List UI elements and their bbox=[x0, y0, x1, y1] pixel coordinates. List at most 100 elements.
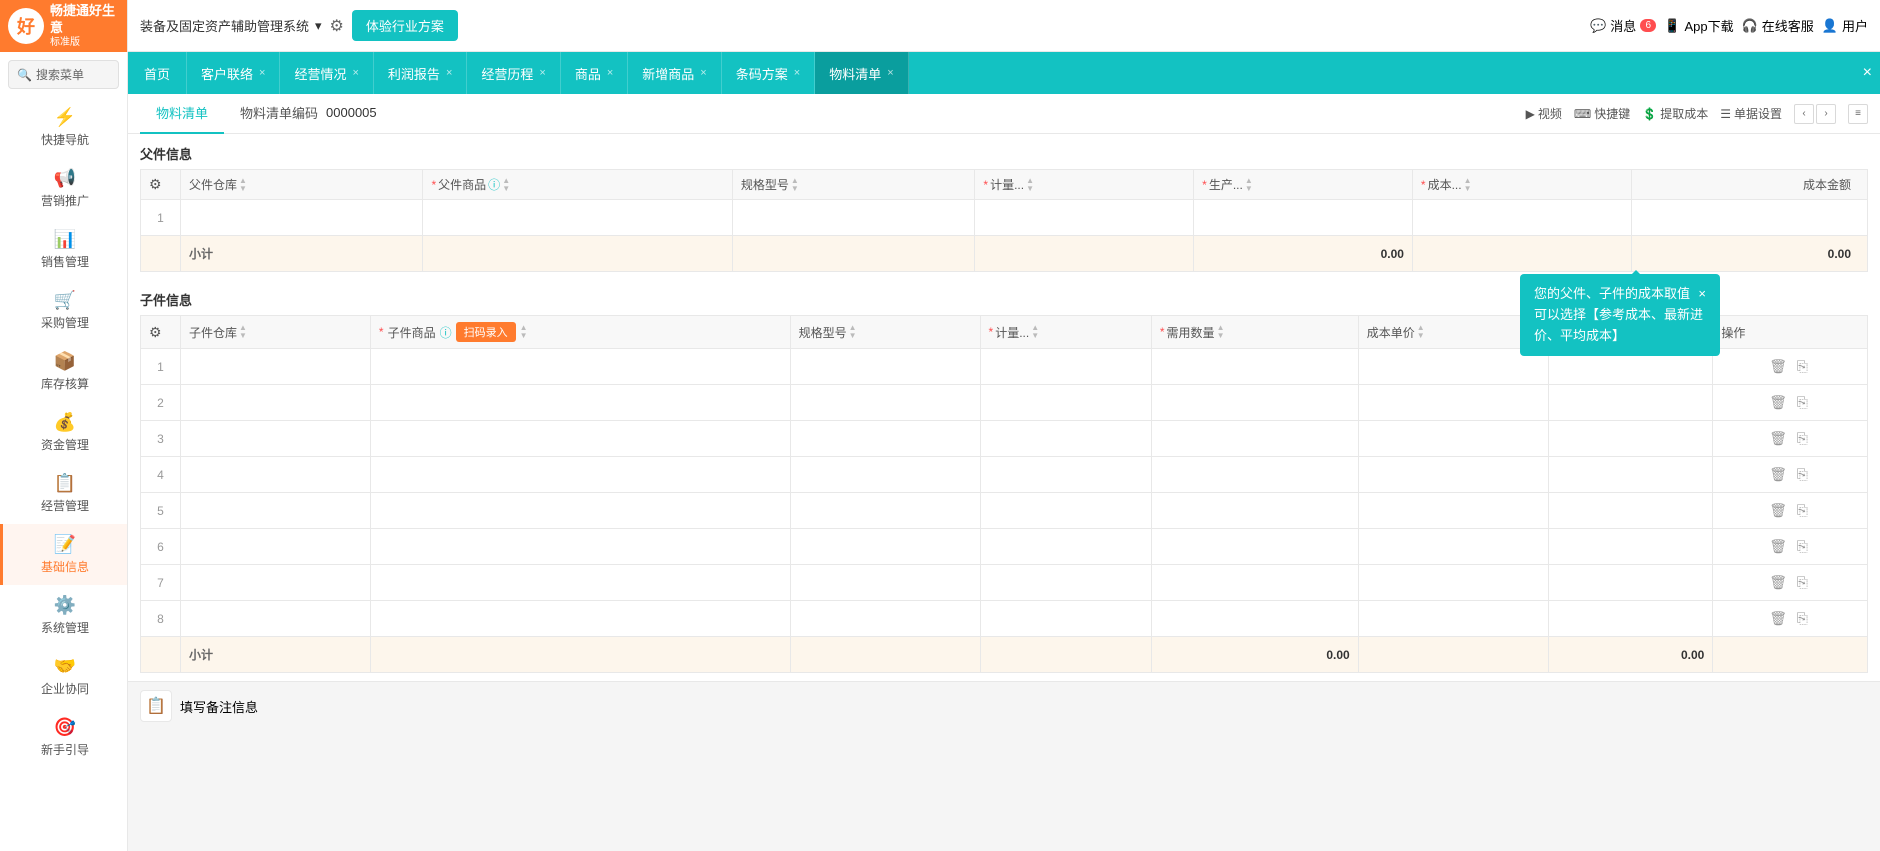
child-row-4-warehouse[interactable] bbox=[181, 457, 371, 493]
child-row-1-unit[interactable] bbox=[980, 349, 1151, 385]
delete-icon-6[interactable]: 🗑 bbox=[1768, 537, 1788, 557]
sidebar-item-quick-nav[interactable]: ⚡ 快捷导航 bbox=[0, 97, 127, 158]
child-row-5-unit[interactable] bbox=[980, 493, 1151, 529]
copy-icon-7[interactable]: ⎘ bbox=[1792, 573, 1812, 593]
system-selector[interactable]: 装备及固定资产辅助管理系统 ▾ bbox=[140, 16, 322, 35]
child-row-2-unit[interactable] bbox=[980, 385, 1151, 421]
child-row-5-product[interactable] bbox=[370, 493, 790, 529]
production-sort[interactable]: ▲▼ bbox=[1245, 177, 1253, 193]
copy-icon-4[interactable]: ⎘ bbox=[1792, 465, 1812, 485]
try-button[interactable]: 体验行业方案 bbox=[352, 10, 458, 41]
child-row-4-product[interactable] bbox=[370, 457, 790, 493]
nav-tab-operations-status[interactable]: 经营情况 × bbox=[280, 52, 373, 94]
child-row-1-warehouse[interactable] bbox=[181, 349, 371, 385]
online-service-action[interactable]: 🎧 在线客服 bbox=[1742, 16, 1814, 35]
sidebar-item-finance[interactable]: 💰 资金管理 bbox=[0, 402, 127, 463]
sidebar-item-sales[interactable]: 📊 销售管理 bbox=[0, 219, 127, 280]
child-row-4-unit[interactable] bbox=[980, 457, 1151, 493]
nav-tab-profit[interactable]: 利润报告 × bbox=[374, 52, 467, 94]
operations-status-tab-close[interactable]: × bbox=[352, 67, 358, 79]
cost-extract-action[interactable]: 💲 提取成本 bbox=[1642, 105, 1708, 122]
child-row-6-product[interactable] bbox=[370, 529, 790, 565]
barcode-tab-close[interactable]: × bbox=[794, 67, 800, 79]
parent-col-settings[interactable]: ⚙ bbox=[141, 170, 181, 200]
sidebar-item-guide[interactable]: 🎯 新手引导 bbox=[0, 707, 127, 768]
child-row-7-spec[interactable] bbox=[790, 565, 980, 601]
delete-icon-5[interactable]: 🗑 bbox=[1768, 501, 1788, 521]
cost-sort[interactable]: ▲▼ bbox=[1464, 177, 1472, 193]
copy-icon-5[interactable]: ⎘ bbox=[1792, 501, 1812, 521]
child-product-info-icon[interactable]: ⓘ bbox=[440, 324, 452, 341]
bom-tab-close[interactable]: × bbox=[887, 67, 893, 79]
user-action[interactable]: 👤 用户 bbox=[1822, 16, 1868, 35]
child-quantity-sort[interactable]: ▲▼ bbox=[1217, 324, 1225, 340]
sidebar-item-enterprise[interactable]: 🤝 企业协同 bbox=[0, 646, 127, 707]
message-action[interactable]: 💬 消息 6 bbox=[1590, 16, 1656, 35]
child-row-6-unit[interactable] bbox=[980, 529, 1151, 565]
child-row-5-quantity[interactable] bbox=[1151, 493, 1358, 529]
video-action[interactable]: ▶ 视频 bbox=[1526, 105, 1562, 122]
delete-icon-2[interactable]: 🗑 bbox=[1768, 393, 1788, 413]
child-row-5-unit-cost[interactable] bbox=[1358, 493, 1548, 529]
child-row-1-product[interactable] bbox=[370, 349, 790, 385]
child-row-6-warehouse[interactable] bbox=[181, 529, 371, 565]
parent-row-1-warehouse[interactable] bbox=[181, 200, 423, 236]
nav-tab-bom[interactable]: 物料清单 × bbox=[815, 52, 908, 94]
child-row-8-quantity[interactable] bbox=[1151, 601, 1358, 637]
copy-icon-6[interactable]: ⎘ bbox=[1792, 537, 1812, 557]
sidebar-item-basic[interactable]: 📝 基础信息 bbox=[0, 524, 127, 585]
note-icon[interactable]: 📋 bbox=[140, 690, 172, 722]
child-row-8-warehouse[interactable] bbox=[181, 601, 371, 637]
child-warehouse-sort[interactable]: ▲▼ bbox=[239, 324, 247, 340]
sidebar-item-marketing[interactable]: 📢 营销推广 bbox=[0, 158, 127, 219]
child-row-8-unit[interactable] bbox=[980, 601, 1151, 637]
scan-button[interactable]: 扫码录入 bbox=[456, 322, 516, 342]
settings-icon[interactable]: ⚙ bbox=[330, 16, 344, 36]
search-button[interactable]: 🔍 搜索菜单 bbox=[8, 60, 119, 89]
child-row-7-product[interactable] bbox=[370, 565, 790, 601]
child-row-2-quantity[interactable] bbox=[1151, 385, 1358, 421]
nav-tab-customers[interactable]: 客户联络 × bbox=[187, 52, 280, 94]
child-row-3-unit[interactable] bbox=[980, 421, 1151, 457]
child-unit-sort[interactable]: ▲▼ bbox=[1031, 324, 1039, 340]
child-row-1-quantity[interactable] bbox=[1151, 349, 1358, 385]
nav-prev[interactable]: ‹ bbox=[1794, 104, 1814, 124]
child-row-4-unit-cost[interactable] bbox=[1358, 457, 1548, 493]
copy-icon-2[interactable]: ⎘ bbox=[1792, 393, 1812, 413]
customers-tab-close[interactable]: × bbox=[259, 67, 265, 79]
delete-icon-7[interactable]: 🗑 bbox=[1768, 573, 1788, 593]
child-row-4-quantity[interactable] bbox=[1151, 457, 1358, 493]
delete-icon-8[interactable]: 🗑 bbox=[1768, 609, 1788, 629]
parent-row-1-unit[interactable] bbox=[975, 200, 1194, 236]
child-row-8-unit-cost[interactable] bbox=[1358, 601, 1548, 637]
child-row-3-unit-cost[interactable] bbox=[1358, 421, 1548, 457]
shortcut-action[interactable]: ⌨ 快捷键 bbox=[1574, 105, 1630, 122]
product-sort[interactable]: ▲▼ bbox=[502, 177, 510, 193]
child-col-settings[interactable]: ⚙ bbox=[141, 316, 181, 349]
child-row-2-warehouse[interactable] bbox=[181, 385, 371, 421]
child-row-1-spec[interactable] bbox=[790, 349, 980, 385]
child-row-2-spec[interactable] bbox=[790, 385, 980, 421]
parent-row-1-cost[interactable] bbox=[1412, 200, 1631, 236]
spec-sort[interactable]: ▲▼ bbox=[791, 177, 799, 193]
delete-icon-1[interactable]: 🗑 bbox=[1768, 357, 1788, 377]
sub-tab-bom-list[interactable]: 物料清单 bbox=[140, 94, 224, 134]
doc-settings-action[interactable]: ☰ 单据设置 bbox=[1720, 105, 1782, 122]
profit-tab-close[interactable]: × bbox=[446, 67, 452, 79]
child-row-6-spec[interactable] bbox=[790, 529, 980, 565]
nav-tab-new-product[interactable]: 新增商品 × bbox=[628, 52, 721, 94]
child-row-7-quantity[interactable] bbox=[1151, 565, 1358, 601]
child-row-5-warehouse[interactable] bbox=[181, 493, 371, 529]
child-row-3-quantity[interactable] bbox=[1151, 421, 1358, 457]
new-product-tab-close[interactable]: × bbox=[700, 67, 706, 79]
copy-icon-1[interactable]: ⎘ bbox=[1792, 357, 1812, 377]
child-row-5-spec[interactable] bbox=[790, 493, 980, 529]
child-row-2-product[interactable] bbox=[370, 385, 790, 421]
parent-row-1-spec[interactable] bbox=[732, 200, 974, 236]
nav-close-all[interactable]: × bbox=[1863, 64, 1880, 82]
app-download-action[interactable]: 📱 App下载 bbox=[1664, 16, 1733, 35]
copy-icon-8[interactable]: ⎘ bbox=[1792, 609, 1812, 629]
nav-tab-history[interactable]: 经营历程 × bbox=[467, 52, 560, 94]
child-row-8-spec[interactable] bbox=[790, 601, 980, 637]
sidebar-item-purchase[interactable]: 🛒 采购管理 bbox=[0, 280, 127, 341]
